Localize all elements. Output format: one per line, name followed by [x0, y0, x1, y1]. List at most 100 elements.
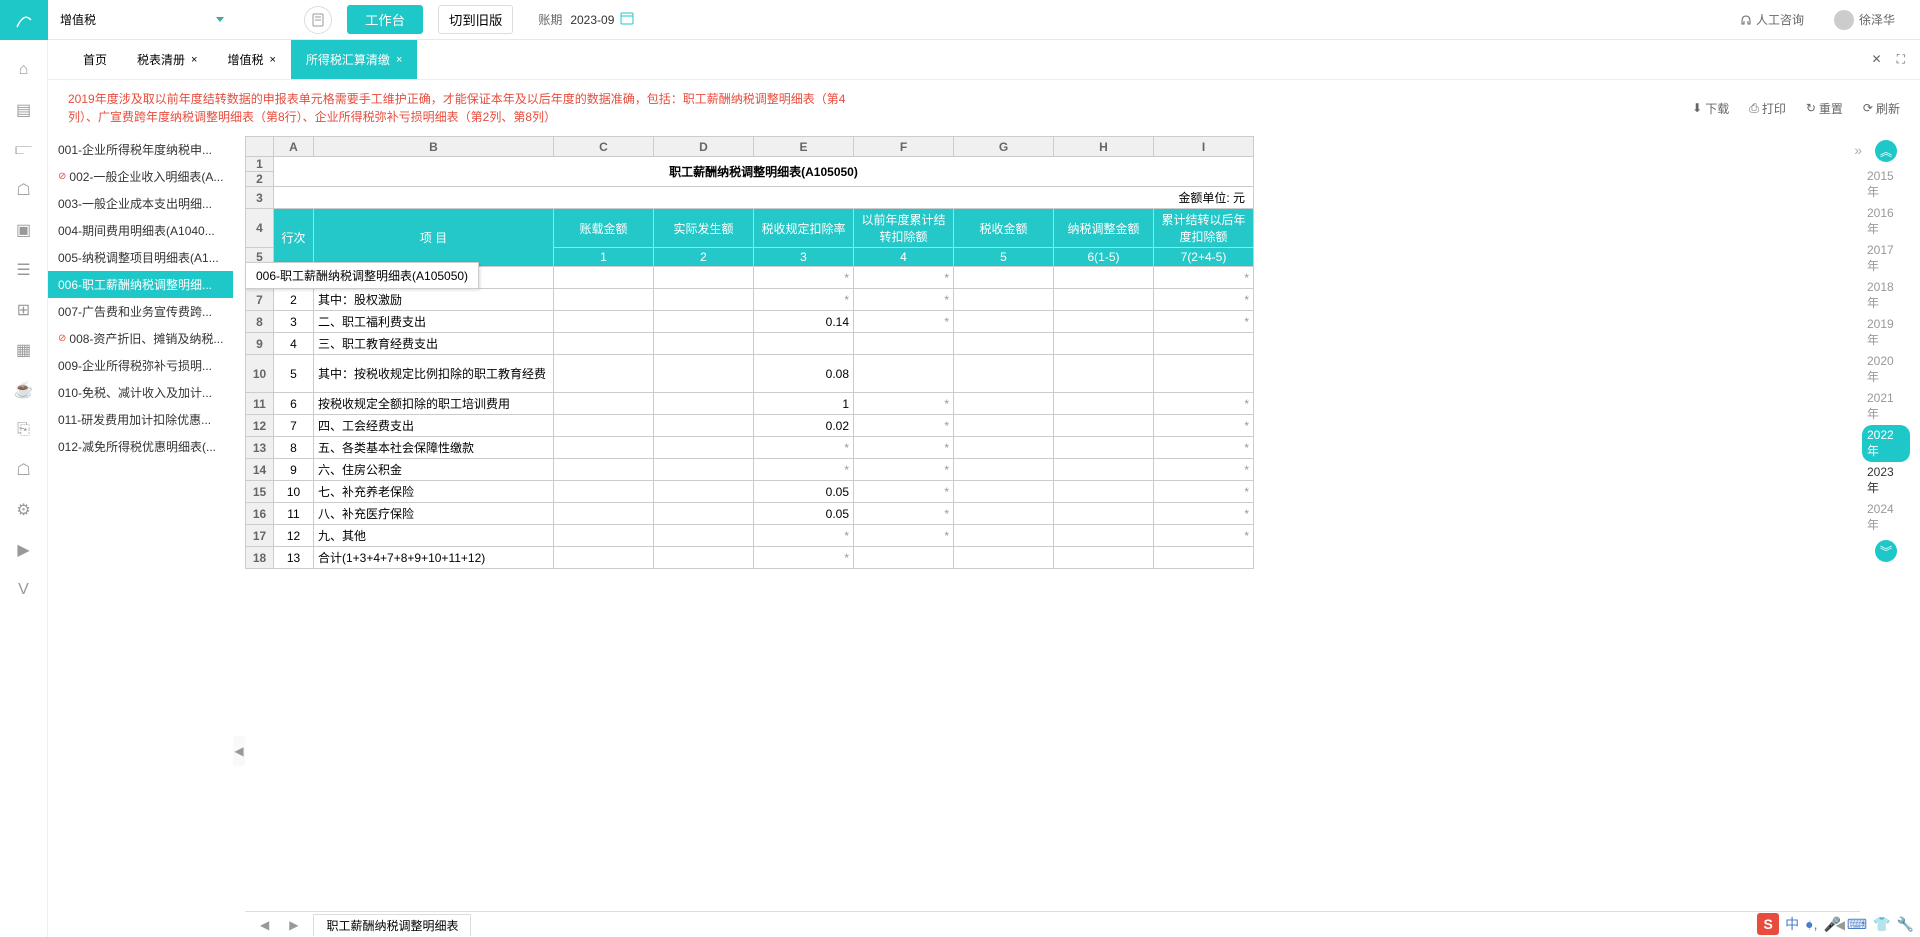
forms-list-item[interactable]: 004-期间费用明细表(A1040...	[48, 217, 233, 244]
app-logo[interactable]	[0, 0, 48, 40]
cell-item[interactable]: 其中：按税收规定比例扣除的职工教育经费	[314, 355, 554, 393]
ime-mic-icon[interactable]: 🎤	[1823, 916, 1840, 933]
year-item[interactable]: 2020年	[1862, 351, 1910, 388]
close-icon[interactable]: ×	[396, 54, 402, 66]
cell-c1[interactable]	[554, 547, 654, 569]
user-menu[interactable]: 徐泽华	[1834, 10, 1895, 30]
cell-c5[interactable]	[954, 355, 1054, 393]
col-header[interactable]: C	[554, 137, 654, 157]
row-header[interactable]: 8	[246, 311, 274, 333]
cell-c2[interactable]	[654, 525, 754, 547]
cell-c7[interactable]	[1154, 333, 1254, 355]
cell-c7[interactable]: *	[1154, 311, 1254, 333]
cell-c4[interactable]: *	[854, 525, 954, 547]
cell-c7[interactable]: *	[1154, 415, 1254, 437]
ime-logo-icon[interactable]: S	[1757, 913, 1779, 935]
tab[interactable]: 所得税汇算清缴×	[291, 40, 417, 79]
col-header[interactable]: E	[754, 137, 854, 157]
cell-c6[interactable]	[1054, 437, 1154, 459]
spreadsheet-grid[interactable]: ABCDEFGHI1职工薪酬纳税调整明细表(A105050)23金额单位: 元4…	[245, 136, 1860, 911]
row-header[interactable]: 13	[246, 437, 274, 459]
nav-wallet-icon[interactable]: ☖	[0, 170, 48, 210]
cell-c2[interactable]	[654, 393, 754, 415]
row-header[interactable]: 17	[246, 525, 274, 547]
cell-item[interactable]: 合计(1+3+4+7+8+9+10+11+12)	[314, 547, 554, 569]
cell-c1[interactable]	[554, 355, 654, 393]
expand-icon[interactable]: ⛶	[1897, 52, 1905, 67]
cell-c1[interactable]	[554, 437, 654, 459]
cell-c6[interactable]	[1054, 333, 1154, 355]
old-version-button[interactable]: 切到旧版	[438, 5, 513, 34]
download-button[interactable]: ⬇下载	[1692, 100, 1729, 117]
cell-item[interactable]: 其中：股权激励	[314, 289, 554, 311]
cell-c6[interactable]	[1054, 459, 1154, 481]
year-down-icon[interactable]: ︾	[1875, 540, 1897, 562]
cell-c3[interactable]: 0.05	[754, 503, 854, 525]
print-button[interactable]: ⎙打印	[1749, 100, 1786, 117]
ime-skin-icon[interactable]: 👕	[1873, 916, 1890, 933]
consult-link[interactable]: 人工咨询	[1739, 11, 1804, 28]
row-header[interactable]: 18	[246, 547, 274, 569]
cell-c2[interactable]	[654, 481, 754, 503]
ime-tool-icon[interactable]: 🔧	[1897, 916, 1914, 933]
cell-c6[interactable]	[1054, 311, 1154, 333]
cell-seq[interactable]: 6	[274, 393, 314, 415]
nav-chart-icon[interactable]: ⫍	[0, 130, 48, 170]
calendar-icon[interactable]	[620, 11, 634, 28]
cell-c3[interactable]: 0.02	[754, 415, 854, 437]
cell-c3[interactable]	[754, 333, 854, 355]
row-header[interactable]: 16	[246, 503, 274, 525]
nav-gear-icon[interactable]: ⚙	[0, 490, 48, 530]
cell-c7[interactable]	[1154, 547, 1254, 569]
forms-list-item[interactable]: 001-企业所得税年度纳税申...	[48, 136, 233, 163]
row-header[interactable]: 1	[246, 157, 274, 172]
cell-seq[interactable]: 3	[274, 311, 314, 333]
cell-c7[interactable]: *	[1154, 525, 1254, 547]
row-header[interactable]: 3	[246, 187, 274, 209]
period-value[interactable]: 2023-09	[570, 13, 614, 27]
cell-c6[interactable]	[1054, 525, 1154, 547]
cell-c5[interactable]	[954, 311, 1054, 333]
tab[interactable]: 首页	[68, 40, 122, 79]
sheet-nav-first-icon[interactable]: ◀	[255, 918, 274, 932]
cell-c4[interactable]: *	[854, 289, 954, 311]
cell-item[interactable]: 四、工会经费支出	[314, 415, 554, 437]
nav-v-icon[interactable]: V	[0, 570, 48, 610]
row-header[interactable]: 4	[246, 209, 274, 248]
row-header[interactable]: 11	[246, 393, 274, 415]
year-item[interactable]: 2024年	[1862, 499, 1910, 536]
cell-c2[interactable]	[654, 311, 754, 333]
nav-tag-icon[interactable]: ⊞	[0, 290, 48, 330]
cell-c2[interactable]	[654, 267, 754, 289]
cell-c3[interactable]: 0.05	[754, 481, 854, 503]
cell-c2[interactable]	[654, 289, 754, 311]
cell-c2[interactable]	[654, 415, 754, 437]
cell-item[interactable]: 六、住房公积金	[314, 459, 554, 481]
cell-c6[interactable]	[1054, 503, 1154, 525]
cell-c2[interactable]	[654, 503, 754, 525]
cell-c1[interactable]	[554, 415, 654, 437]
cell-c2[interactable]	[654, 333, 754, 355]
cell-seq[interactable]: 11	[274, 503, 314, 525]
cell-c3[interactable]: *	[754, 437, 854, 459]
cell-c3[interactable]: 1	[754, 393, 854, 415]
tab[interactable]: 税表清册×	[122, 40, 212, 79]
year-item[interactable]: 2019年	[1862, 314, 1910, 351]
expand-panel-icon[interactable]: »	[1854, 142, 1862, 158]
col-header[interactable]: G	[954, 137, 1054, 157]
ime-lang[interactable]: 中	[1785, 914, 1799, 934]
doc-button[interactable]	[304, 6, 332, 34]
cell-c7[interactable]: *	[1154, 437, 1254, 459]
year-item[interactable]: 2017年	[1862, 240, 1910, 277]
cell-c1[interactable]	[554, 525, 654, 547]
forms-list-item[interactable]: 011-研发费用加计扣除优惠...	[48, 406, 233, 433]
cell-c5[interactable]	[954, 503, 1054, 525]
cell-seq[interactable]: 2	[274, 289, 314, 311]
cell-c6[interactable]	[1054, 393, 1154, 415]
cell-c6[interactable]	[1054, 481, 1154, 503]
year-item[interactable]: 2016年	[1862, 203, 1910, 240]
cell-seq[interactable]: 5	[274, 355, 314, 393]
cell-seq[interactable]: 7	[274, 415, 314, 437]
cell-c1[interactable]	[554, 481, 654, 503]
row-header[interactable]: 15	[246, 481, 274, 503]
